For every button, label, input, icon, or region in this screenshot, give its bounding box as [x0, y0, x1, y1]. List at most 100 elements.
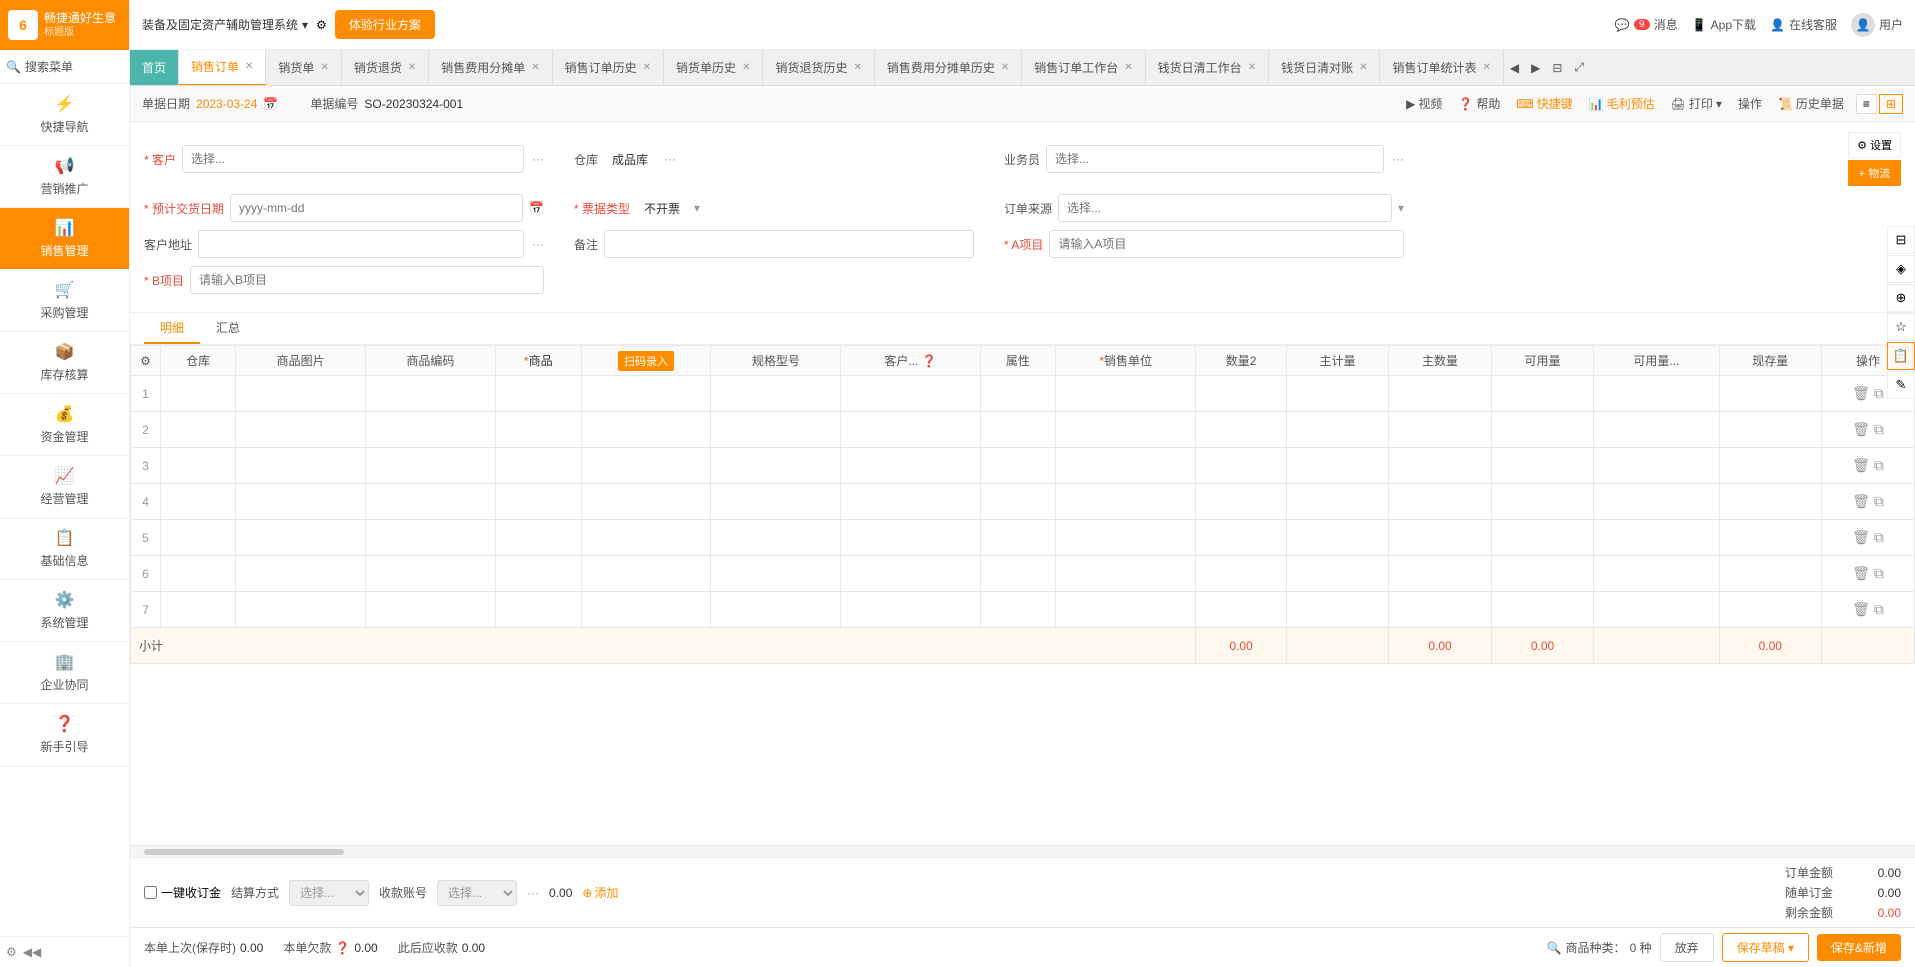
- right-icon-3[interactable]: ⊕: [1887, 284, 1915, 312]
- tab-close-sales-refund[interactable]: ✕: [408, 62, 416, 73]
- remark-input[interactable]: [604, 230, 974, 258]
- tab-detail[interactable]: 明细: [144, 313, 200, 344]
- tab-return-hist[interactable]: 销货单历史 ✕: [664, 50, 763, 86]
- tab-close-refund-hist[interactable]: ✕: [853, 62, 861, 73]
- copy-icon-2[interactable]: ⧉: [1874, 421, 1884, 438]
- industry-btn[interactable]: 体验行业方案: [335, 10, 435, 39]
- tab-close-sales-return[interactable]: ✕: [320, 62, 328, 73]
- search-goods-icon[interactable]: 🔍: [1547, 941, 1562, 955]
- customer-input[interactable]: [182, 145, 524, 173]
- view-btn[interactable]: ▶ 视频: [1402, 93, 1446, 114]
- user-group[interactable]: 👤 用户: [1851, 13, 1903, 37]
- row-attr-2[interactable]: [980, 412, 1055, 448]
- delete-icon-6[interactable]: 🗑: [1852, 565, 1870, 582]
- sidebar-item-finance[interactable]: 💰 资金管理: [0, 394, 129, 456]
- help-icon-debit[interactable]: ❓: [335, 941, 350, 955]
- right-icon-1[interactable]: ⊟: [1887, 226, 1915, 254]
- online-service-group[interactable]: 👤 在线客服: [1770, 16, 1837, 33]
- row-main-qty-3[interactable]: [1389, 448, 1492, 484]
- tab-sales-return[interactable]: 销货单 ✕: [266, 50, 341, 86]
- sidebar-item-operation[interactable]: 📈 经营管理: [0, 456, 129, 518]
- a-project-input[interactable]: [1049, 230, 1404, 258]
- tab-sales-refund[interactable]: 销货退货 ✕: [342, 50, 429, 86]
- row-qty2-3[interactable]: [1196, 448, 1286, 484]
- tab-sales-order[interactable]: 销售订单 ✕: [179, 50, 266, 86]
- tab-expand[interactable]: ⤢: [1568, 60, 1590, 75]
- right-icon-4[interactable]: ☆: [1887, 313, 1915, 341]
- system-selector[interactable]: 装备及固定资产辅助管理系统 ▾: [142, 16, 308, 33]
- customer-dots[interactable]: ···: [532, 152, 544, 166]
- save-draft-btn[interactable]: 保存草稿 ▾: [1722, 933, 1809, 962]
- add-btn[interactable]: ⊕ 添加: [582, 884, 618, 901]
- row-goods-3[interactable]: [495, 448, 581, 484]
- th-settings[interactable]: ⚙: [131, 346, 161, 376]
- delivery-input[interactable]: [230, 194, 523, 222]
- delete-icon-3[interactable]: 🗑: [1852, 457, 1870, 474]
- profit-btn[interactable]: 📊 毛利预估: [1585, 93, 1659, 114]
- row-customer-code-2[interactable]: [841, 412, 981, 448]
- tab-menu[interactable]: ⊟: [1546, 61, 1568, 75]
- row-attr-3[interactable]: [980, 448, 1055, 484]
- tab-sales-fee[interactable]: 销售费用分摊单 ✕: [429, 50, 552, 86]
- collapse-icon[interactable]: ◀◀: [23, 945, 41, 959]
- tab-workbench[interactable]: 销售订单工作台 ✕: [1022, 50, 1145, 86]
- row-spec-2[interactable]: [711, 412, 841, 448]
- delete-icon-2[interactable]: 🗑: [1852, 421, 1870, 438]
- row-goods-2[interactable]: [495, 412, 581, 448]
- row-customer-code-3[interactable]: [841, 448, 981, 484]
- row-code-3[interactable]: [366, 448, 496, 484]
- address-input[interactable]: [198, 230, 524, 258]
- row-code-2[interactable]: [366, 412, 496, 448]
- row-attr-1[interactable]: [980, 376, 1055, 412]
- settings-side-btn[interactable]: ⚙ 设置: [1848, 132, 1901, 158]
- tab-home[interactable]: 首页: [130, 50, 179, 86]
- row-warehouse-2[interactable]: [161, 412, 236, 448]
- tab-next[interactable]: ▶: [1525, 61, 1546, 75]
- tab-close-stats[interactable]: ✕: [1483, 62, 1491, 73]
- copy-icon-5[interactable]: ⧉: [1874, 529, 1884, 546]
- grid-view-btn[interactable]: ⊞: [1879, 94, 1903, 114]
- tab-close-daily-reconcile[interactable]: ✕: [1359, 62, 1367, 73]
- tab-daily-clear[interactable]: 钱货日清工作台 ✕: [1146, 50, 1269, 86]
- tab-close-fee-hist[interactable]: ✕: [1001, 62, 1009, 73]
- tab-close-workbench[interactable]: ✕: [1124, 62, 1132, 73]
- row-qty2-1[interactable]: [1196, 376, 1286, 412]
- row-goods-1[interactable]: [495, 376, 581, 412]
- th-scan[interactable]: 扫码录入: [581, 346, 711, 376]
- shortcut-btn[interactable]: ⌨ 快捷键: [1512, 93, 1576, 114]
- payment-method-select[interactable]: 选择...: [289, 880, 369, 906]
- scan-btn[interactable]: 扫码录入: [618, 351, 674, 371]
- tab-close-return-hist[interactable]: ✕: [742, 62, 750, 73]
- tab-stats[interactable]: 销售订单统计表 ✕: [1380, 50, 1503, 86]
- right-icon-2[interactable]: ◈: [1887, 255, 1915, 283]
- row-warehouse-3[interactable]: [161, 448, 236, 484]
- tab-close-order-hist[interactable]: ✕: [643, 62, 651, 73]
- date-picker-icon[interactable]: 📅: [529, 201, 544, 215]
- tab-fee-hist[interactable]: 销售费用分摊单历史 ✕: [875, 50, 1022, 86]
- print-btn[interactable]: 🖨 打印 ▾: [1667, 93, 1726, 114]
- salesperson-dots[interactable]: ···: [1392, 152, 1404, 166]
- tab-order-hist[interactable]: 销售订单历史 ✕: [553, 50, 664, 86]
- row-unit-3[interactable]: [1055, 448, 1195, 484]
- operate-btn[interactable]: 操作: [1734, 93, 1766, 114]
- invoice-dropdown-icon[interactable]: ▾: [694, 201, 700, 215]
- row-spec-3[interactable]: [711, 448, 841, 484]
- delete-icon-5[interactable]: 🗑: [1852, 529, 1870, 546]
- tab-close-daily-clear[interactable]: ✕: [1248, 62, 1256, 73]
- account-select[interactable]: 选择...: [437, 880, 517, 906]
- add-logistics-btn[interactable]: + 物流: [1848, 160, 1901, 186]
- sidebar-item-enterprise[interactable]: 🏢 企业协同: [0, 642, 129, 704]
- list-view-btn[interactable]: ≡: [1856, 94, 1877, 114]
- row-unit-2[interactable]: [1055, 412, 1195, 448]
- copy-icon-7[interactable]: ⧉: [1874, 601, 1884, 618]
- address-dots[interactable]: ···: [532, 237, 544, 251]
- copy-icon-4[interactable]: ⧉: [1874, 493, 1884, 510]
- right-icon-5[interactable]: 📋: [1887, 342, 1915, 370]
- tab-close-sales-fee[interactable]: ✕: [531, 62, 539, 73]
- tab-summary[interactable]: 汇总: [200, 313, 256, 344]
- row-spec-1[interactable]: [711, 376, 841, 412]
- row-main-qty-2[interactable]: [1389, 412, 1492, 448]
- row-customer-code-1[interactable]: [841, 376, 981, 412]
- sidebar-item-purchase[interactable]: 🛒 采购管理: [0, 270, 129, 332]
- account-dots[interactable]: ···: [527, 886, 539, 900]
